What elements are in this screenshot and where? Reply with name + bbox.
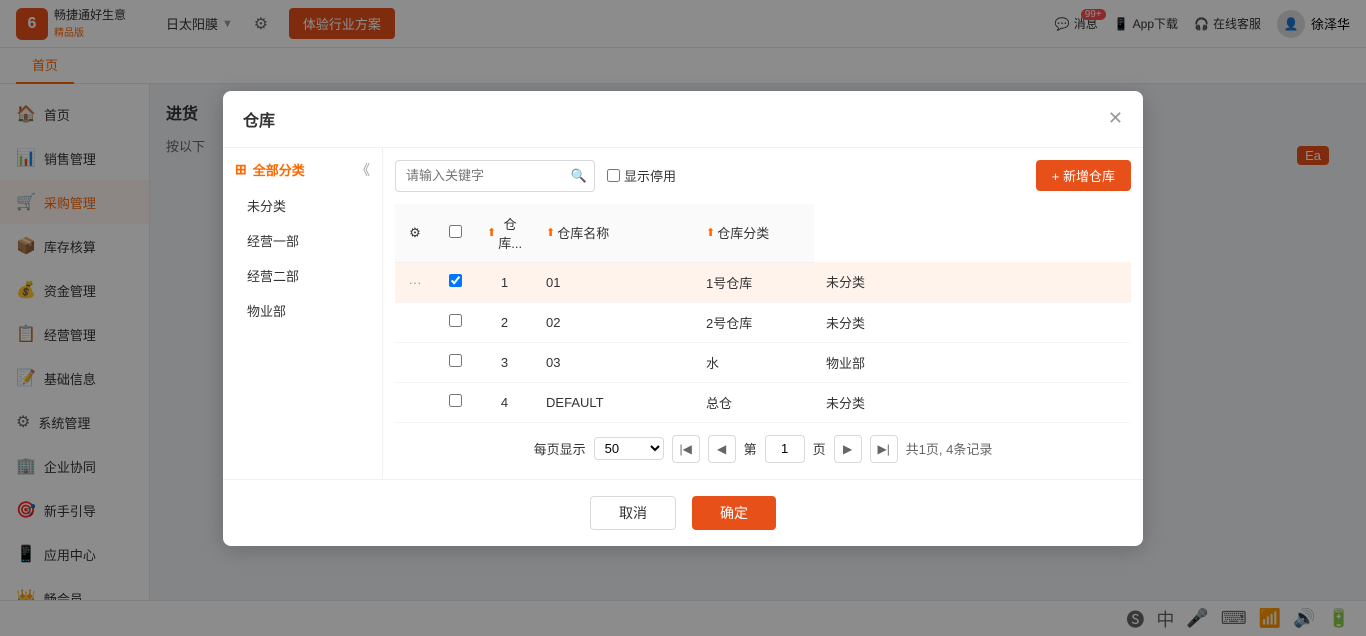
confirm-button[interactable]: 确定 [692, 496, 776, 530]
cancel-button[interactable]: 取消 [590, 496, 676, 530]
row-check-3[interactable] [435, 382, 475, 422]
row-cat-1: 未分类 [814, 302, 1131, 342]
add-warehouse-button[interactable]: + 新增仓库 [1036, 160, 1131, 191]
col-name-header: ⬆ 仓库名称 [534, 204, 694, 263]
per-page-select[interactable]: 50 10 20 100 [594, 437, 664, 460]
sort-icon-name[interactable]: ⬆ [546, 226, 555, 239]
next-page-button[interactable]: ▶ [834, 435, 862, 463]
sort-icon-cat[interactable]: ⬆ [706, 226, 715, 239]
first-page-button[interactable]: |◀ [672, 435, 700, 463]
row-gear-1[interactable] [395, 302, 435, 342]
col-gear-header: ⚙ [395, 204, 435, 263]
category-panel: ⊞ 全部分类 《 未分类 经营一部 经营二部 物业部 [223, 148, 383, 479]
warehouse-table: ⚙ ⬆ 仓库... [395, 204, 1131, 423]
row-cat-3: 未分类 [814, 382, 1131, 422]
row-gear-3[interactable] [395, 382, 435, 422]
table-header-row: ⚙ ⬆ 仓库... [395, 204, 1131, 263]
row-code-0: 01 [534, 262, 694, 302]
category-collapse-button[interactable]: 《 [356, 160, 370, 180]
category-item-dept1[interactable]: 经营一部 [223, 223, 382, 258]
row-cat-0: 未分类 [814, 262, 1131, 302]
page-unit: 页 [813, 439, 826, 458]
row-no-0: 1 [475, 262, 534, 302]
page-input[interactable] [765, 435, 805, 463]
col-check-header [435, 204, 475, 263]
search-input-wrap: 🔍 [395, 160, 595, 192]
row-name-1: 2号仓库 [694, 302, 814, 342]
per-page-label: 每页显示 [534, 439, 586, 458]
row-code-3: DEFAULT [534, 382, 694, 422]
row-checkbox-1[interactable] [449, 314, 462, 327]
row-check-2[interactable] [435, 342, 475, 382]
row-no-3: 4 [475, 382, 534, 422]
row-checkbox-0[interactable] [449, 274, 462, 287]
search-bar: 🔍 显示停用 + 新增仓库 [395, 160, 1131, 192]
row-checkbox-2[interactable] [449, 354, 462, 367]
all-categories[interactable]: ⊞ 全部分类 [235, 160, 305, 179]
table-body: ··· 1 01 1号仓库 未分类 2 02 2号仓库 未分类 [395, 262, 1131, 422]
category-item-property[interactable]: 物业部 [223, 293, 382, 328]
row-cat-2: 物业部 [814, 342, 1131, 382]
dialog-footer: 取消 确定 [223, 479, 1143, 546]
search-input[interactable] [395, 160, 595, 192]
category-item-uncategorized[interactable]: 未分类 [223, 188, 382, 223]
prev-page-button[interactable]: ◀ [708, 435, 736, 463]
row-name-3: 总仓 [694, 382, 814, 422]
dialog-title: 仓库 [243, 107, 275, 131]
table-row[interactable]: 2 02 2号仓库 未分类 [395, 302, 1131, 342]
table-row[interactable]: ··· 1 01 1号仓库 未分类 [395, 262, 1131, 302]
row-name-0: 1号仓库 [694, 262, 814, 302]
search-icon[interactable]: 🔍 [571, 168, 587, 184]
row-no-2: 3 [475, 342, 534, 382]
row-name-2: 水 [694, 342, 814, 382]
page-total-info: 共1页, 4条记录 [906, 439, 993, 458]
last-page-button[interactable]: ▶| [870, 435, 898, 463]
row-code-1: 02 [534, 302, 694, 342]
row-checkbox-3[interactable] [449, 394, 462, 407]
row-check-0[interactable] [435, 262, 475, 302]
table-panel: 🔍 显示停用 + 新增仓库 ⚙ [383, 148, 1143, 479]
row-gear-0[interactable]: ··· [395, 262, 435, 302]
grid-icon: ⊞ [235, 161, 247, 178]
dialog-header: 仓库 ✕ [223, 91, 1143, 148]
dialog-close-button[interactable]: ✕ [1108, 108, 1123, 129]
page-label: 第 [744, 439, 757, 458]
warehouse-dialog: 仓库 ✕ ⊞ 全部分类 《 未分类 经营一部 [223, 91, 1143, 546]
category-header: ⊞ 全部分类 《 [223, 160, 382, 188]
show-disabled-checkbox[interactable] [607, 169, 620, 182]
dialog-overlay: 仓库 ✕ ⊞ 全部分类 《 未分类 经营一部 [0, 0, 1366, 636]
dialog-body: ⊞ 全部分类 《 未分类 经营一部 经营二部 物业部 [223, 148, 1143, 479]
sort-icon-no[interactable]: ⬆ [487, 226, 496, 239]
table-row[interactable]: 3 03 水 物业部 [395, 342, 1131, 382]
table-row[interactable]: 4 DEFAULT 总仓 未分类 [395, 382, 1131, 422]
row-check-1[interactable] [435, 302, 475, 342]
row-no-1: 2 [475, 302, 534, 342]
col-no-header: ⬆ 仓库... [475, 204, 534, 263]
show-disabled-label[interactable]: 显示停用 [607, 166, 676, 185]
row-gear-2[interactable] [395, 342, 435, 382]
row-code-2: 03 [534, 342, 694, 382]
pagination: 每页显示 50 10 20 100 |◀ ◀ 第 页 ▶ ▶| 共1页, 4条记… [395, 423, 1131, 467]
col-cat-header: ⬆ 仓库分类 [694, 204, 814, 263]
select-all-checkbox[interactable] [449, 225, 462, 238]
category-item-dept2[interactable]: 经营二部 [223, 258, 382, 293]
